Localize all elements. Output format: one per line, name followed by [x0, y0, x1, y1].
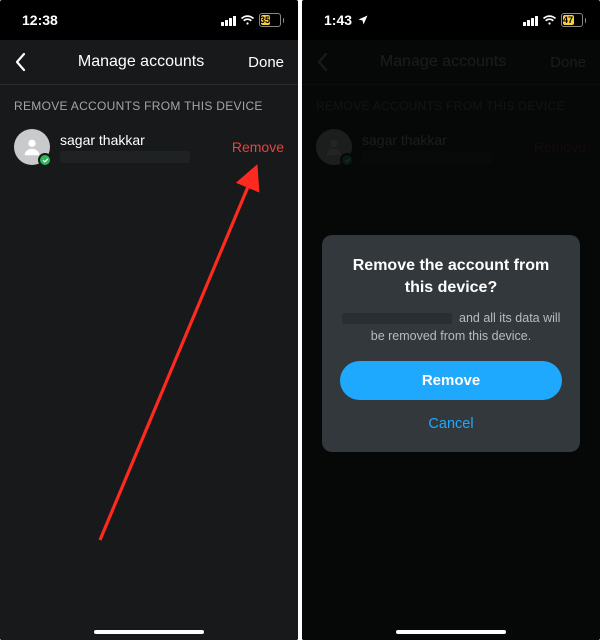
- account-sub-redacted: [60, 151, 190, 163]
- account-row: sagar thakkar Remove: [0, 125, 298, 173]
- screen-content: Manage accounts Done REMOVE ACCOUNTS FRO…: [302, 40, 600, 640]
- confirm-modal: Remove the account from this device? and…: [322, 235, 580, 452]
- status-bar: 12:38 35: [0, 0, 298, 40]
- modal-body: and all its data will be removed from th…: [340, 310, 562, 345]
- battery-level: 35: [261, 15, 270, 25]
- battery-icon: 35: [259, 13, 285, 27]
- cellular-icon: [523, 15, 538, 26]
- back-button[interactable]: [14, 52, 34, 72]
- page-title: Manage accounts: [34, 53, 248, 71]
- wifi-icon: [542, 15, 557, 26]
- battery-level: 47: [563, 15, 574, 25]
- cellular-icon: [221, 15, 236, 26]
- modal-cancel-button[interactable]: Cancel: [340, 412, 562, 436]
- status-time: 1:43: [324, 12, 352, 28]
- avatar: [14, 129, 50, 165]
- wifi-icon: [240, 15, 255, 26]
- status-right: 47: [523, 13, 586, 27]
- home-indicator[interactable]: [396, 630, 506, 634]
- redacted-account: [342, 313, 452, 324]
- nav-bar: Manage accounts Done: [0, 40, 298, 84]
- status-bar: 1:43 47: [302, 0, 600, 40]
- location-icon: [357, 14, 369, 26]
- home-indicator[interactable]: [94, 630, 204, 634]
- modal-title: Remove the account from this device?: [340, 255, 562, 298]
- status-time: 12:38: [22, 12, 58, 28]
- battery-icon: 47: [561, 13, 587, 27]
- check-badge-icon: [38, 153, 52, 167]
- screen-content: Manage accounts Done REMOVE ACCOUNTS FRO…: [0, 40, 298, 640]
- phone-right: 1:43 47 Manage accounts Do: [302, 0, 600, 640]
- phone-left: 12:38 35 Manage accounts Done: [0, 0, 298, 640]
- remove-button[interactable]: Remove: [232, 139, 284, 155]
- modal-remove-button[interactable]: Remove: [340, 361, 562, 400]
- account-text: sagar thakkar: [60, 132, 222, 163]
- section-header: REMOVE ACCOUNTS FROM THIS DEVICE: [0, 85, 298, 125]
- status-right: 35: [221, 13, 284, 27]
- done-button[interactable]: Done: [248, 54, 284, 71]
- chevron-left-icon: [14, 52, 26, 72]
- account-name: sagar thakkar: [60, 132, 222, 148]
